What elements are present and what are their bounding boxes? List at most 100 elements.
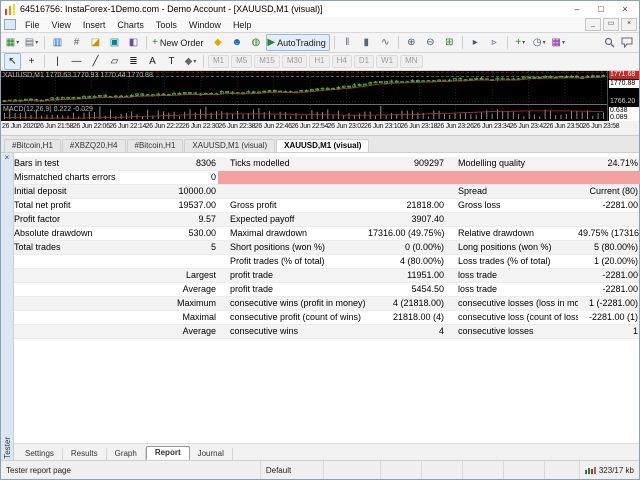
- tester-tab-graph[interactable]: Graph: [107, 448, 146, 460]
- trendline-button[interactable]: ╱: [87, 53, 104, 70]
- tester-tab-journal[interactable]: Journal: [190, 448, 233, 460]
- experts-icon: ☻: [231, 36, 243, 48]
- navigator-button[interactable]: ◪: [87, 34, 104, 51]
- timeframe-h4-button[interactable]: H4: [331, 55, 352, 68]
- candle-chart-type-icon: ▮: [363, 36, 370, 48]
- candle-chart-type-button[interactable]: ▮: [358, 34, 375, 51]
- timeframe-m30-button[interactable]: M30: [281, 55, 308, 68]
- arrows-button[interactable]: ◆ ▾: [182, 53, 199, 70]
- grid-price-label: 1766.20: [610, 98, 636, 105]
- connection-bars-icon: [584, 466, 596, 474]
- menu-charts[interactable]: Charts: [111, 20, 150, 30]
- price-chart[interactable]: XAUUSD,M1 1770.63 1770.93 1770.44 1770.8…: [1, 71, 607, 104]
- price-scale[interactable]: 1771.68 1770.88 1766.20 0.638 0.089: [607, 71, 639, 122]
- chart-tab--xbzq20-h4[interactable]: #XBZQ20,H4: [61, 139, 126, 152]
- timeframe-d1-button[interactable]: D1: [353, 55, 375, 68]
- child-window-controls: _ ▭ ×: [585, 18, 637, 31]
- fibonacci-button[interactable]: ≣: [125, 53, 142, 70]
- timeframe-m1-button[interactable]: M1: [208, 55, 230, 68]
- menu-view[interactable]: View: [46, 20, 77, 30]
- text-button[interactable]: A: [144, 53, 161, 70]
- menu-help[interactable]: Help: [227, 20, 258, 30]
- time-axis-label: 26 Jun 22:14: [109, 123, 147, 130]
- chart-tab-xauusd-m1-visual-[interactable]: XAUUSD,M1 (visual): [184, 139, 276, 152]
- timeframe-m15-button[interactable]: M15: [254, 55, 280, 68]
- tester-tab-results[interactable]: Results: [63, 448, 107, 460]
- status-empty-segment: [324, 461, 381, 479]
- child-close-button[interactable]: ×: [621, 18, 637, 31]
- bar-chart-type-button[interactable]: ‖: [339, 34, 356, 51]
- close-button[interactable]: ×: [615, 2, 635, 16]
- macd-label: MACD(12,26,9) 0.222 -0.029: [3, 106, 93, 113]
- report-row: Largest profit trade 11951.00 loss trade -22…: [14, 269, 639, 283]
- timeframe-w1-button[interactable]: W1: [376, 55, 399, 68]
- report-label: Expected payoff: [230, 214, 295, 224]
- report-label: Total net profit: [14, 200, 71, 210]
- time-axis-label: 26 Jun 22:22: [145, 123, 183, 130]
- chart-area[interactable]: XAUUSD,M1 1770.63 1770.93 1770.44 1770.8…: [1, 71, 639, 122]
- report-value: 5: [210, 242, 216, 252]
- chat-icon[interactable]: [621, 37, 633, 48]
- vertical-line-button[interactable]: |: [49, 53, 66, 70]
- chart-shift-button[interactable]: ▹: [486, 34, 503, 51]
- templates-button[interactable]: ▦ ▾: [550, 34, 567, 51]
- strategy-tester-button[interactable]: ◧: [125, 34, 142, 51]
- chart-tab--bitcoin-h1[interactable]: #Bitcoin,H1: [4, 139, 61, 152]
- autotrading-button[interactable]: ▶ AutoTrading: [266, 34, 330, 51]
- experts-button[interactable]: ☻: [228, 34, 245, 51]
- bar-chart-type-icon: ‖: [345, 36, 350, 48]
- profiles-button[interactable]: ▤ ▾: [23, 34, 40, 51]
- menu-tools[interactable]: Tools: [150, 20, 183, 30]
- new-chart-button[interactable]: ▦ ▾: [4, 34, 21, 51]
- child-restore-button[interactable]: ▭: [603, 18, 619, 31]
- profile-segment[interactable]: Default: [261, 461, 324, 479]
- chart-tab--bitcoin-h1[interactable]: #Bitcoin,H1: [126, 139, 184, 152]
- report-label: Ticks modelled: [230, 158, 290, 168]
- tile-windows-button[interactable]: ⊞: [441, 34, 458, 51]
- autotrading-label: AutoTrading: [277, 37, 326, 48]
- terminal-button[interactable]: ▣: [106, 34, 123, 51]
- data-window-button[interactable]: #: [68, 34, 85, 51]
- metaeditor-button[interactable]: ◆: [209, 34, 226, 51]
- chevron-down-icon: ▾: [561, 40, 565, 46]
- maximize-button[interactable]: □: [591, 2, 611, 16]
- chart-tab-bar: #Bitcoin,H1 #XBZQ20,H4 #Bitcoin,H1 XAUUSD,M…: [1, 136, 639, 153]
- time-scale[interactable]: 26 Jun 2020 26 Jun 21:58 26 Jun 22:06 26 Ju…: [1, 121, 639, 136]
- report-value: 4: [438, 326, 444, 336]
- zoom-in-button[interactable]: ⊕: [403, 34, 420, 51]
- menu-window[interactable]: Window: [183, 20, 227, 30]
- chart-tab-xauusd-m1-visual-[interactable]: XAUUSD,M1 (visual): [276, 139, 370, 152]
- tester-tab-report[interactable]: Report: [145, 446, 190, 460]
- tester-report-table: Bars in test 8306 Ticks modelled 909297 Mode…: [14, 153, 640, 339]
- new-order-button[interactable]: + New Order: [151, 34, 207, 51]
- report-row: Absolute drawdown 530.00 Maximal drawdown 1…: [14, 227, 640, 241]
- crosshair-button[interactable]: +: [23, 53, 40, 70]
- indicators-button[interactable]: + ▾: [512, 34, 529, 51]
- report-label: Long positions (won %): [458, 242, 552, 252]
- tester-tab-settings[interactable]: Settings: [17, 448, 63, 460]
- report-row: Average consecutive wins 4 consecutive loss…: [14, 325, 639, 339]
- timeframe-mn-button[interactable]: MN: [400, 55, 423, 68]
- text-label-button[interactable]: T: [163, 53, 180, 70]
- menu-file[interactable]: File: [19, 20, 46, 30]
- periods-button[interactable]: ◷ ▾: [531, 34, 548, 51]
- cursor-button[interactable]: ↖: [4, 53, 21, 70]
- auto-scroll-button[interactable]: ▸: [467, 34, 484, 51]
- timeframe-m5-button[interactable]: M5: [231, 55, 253, 68]
- chevron-down-icon: ▾: [35, 40, 39, 46]
- macd-subwindow[interactable]: MACD(12,26,9) 0.222 -0.029: [1, 104, 607, 121]
- child-minimize-button[interactable]: _: [585, 18, 601, 31]
- data-window-icon: #: [73, 36, 80, 48]
- community-button[interactable]: ◍: [247, 34, 264, 51]
- tester-close-icon[interactable]: ×: [5, 154, 10, 162]
- market-watch-button[interactable]: ▥: [49, 34, 66, 51]
- report-label: consecutive wins (profit in money): [230, 298, 366, 308]
- minimize-button[interactable]: –: [567, 2, 587, 16]
- menu-insert[interactable]: Insert: [77, 20, 112, 30]
- zoom-out-button[interactable]: ⊖: [422, 34, 439, 51]
- timeframe-h1-button[interactable]: H1: [309, 55, 330, 68]
- line-chart-type-button[interactable]: ∿: [377, 34, 394, 51]
- channel-button[interactable]: ▱: [106, 53, 123, 70]
- search-icon[interactable]: [604, 37, 615, 48]
- horizontal-line-button[interactable]: —: [68, 53, 85, 70]
